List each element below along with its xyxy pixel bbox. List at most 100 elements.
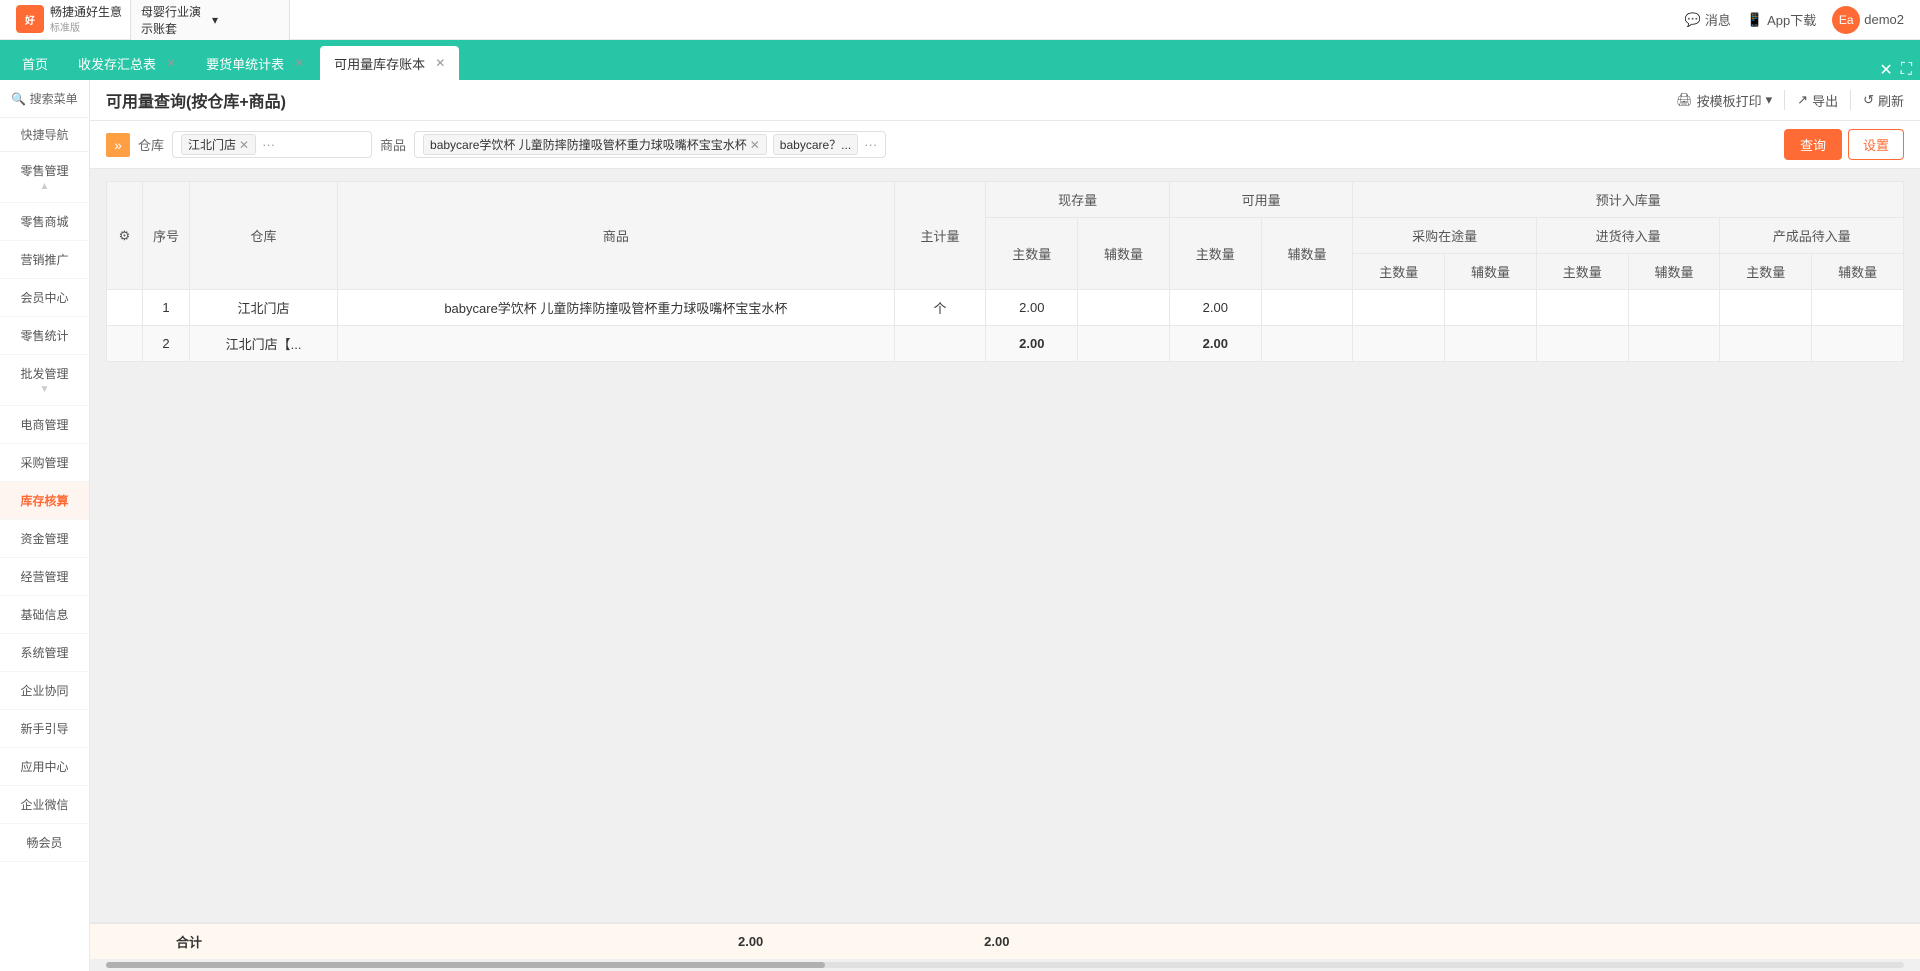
sidebar-item-basic-info[interactable]: 基础信息 (0, 596, 89, 634)
print-template-button[interactable]: 🖨 按模板打印 ▾ (1676, 91, 1772, 110)
product-tag-1-remove[interactable]: ✕ (750, 138, 760, 152)
row1-avail-aux (1261, 290, 1353, 326)
th-warehouse: 仓库 (190, 182, 338, 290)
sidebar-item-wholesale-label: 批发管理 (20, 365, 68, 382)
filter-expand-button[interactable]: » (106, 133, 130, 157)
sidebar-item-purchase[interactable]: 采购管理 (0, 444, 89, 482)
sidebar-item-finance[interactable]: 资金管理 (0, 520, 89, 558)
footer-unit (597, 924, 689, 959)
th-purchase-incoming: 进货待入量 (1536, 218, 1720, 254)
row2-pt-aux (1445, 326, 1537, 362)
row2-avail-main: 2.00 (1169, 326, 1261, 362)
logo-area: 好 畅捷通好生意 标准版 (16, 5, 122, 34)
tab-available-close[interactable]: ✕ (435, 56, 445, 70)
sidebar-quick-nav-label: 快捷导航 (20, 128, 68, 142)
settings-button[interactable]: 设置 (1848, 129, 1904, 160)
sidebar-search[interactable]: 🔍 搜索菜单 (0, 80, 89, 118)
sidebar-item-retail-management-label: 零售管理 (20, 162, 68, 179)
refresh-button[interactable]: ↺ 刷新 (1863, 91, 1904, 110)
warehouse-input[interactable]: 江北门店 ✕ ··· (172, 131, 372, 158)
export-label: 导出 (1812, 91, 1838, 110)
query-button[interactable]: 查询 (1784, 129, 1842, 160)
sidebar-item-marketing-label: 营销推广 (20, 251, 68, 268)
sidebar-item-member[interactable]: 畅会员 (0, 824, 89, 862)
footer-gear (90, 924, 126, 959)
sidebar-item-ecommerce-label: 电商管理 (20, 416, 68, 433)
product-tag-1-text: babycare学饮杯 儿童防摔防撞吸管杯重力球吸嘴杯宝宝水杯 (430, 136, 747, 153)
row1-pt-aux (1445, 290, 1537, 326)
close-all-tabs-button[interactable]: ✕ (1879, 60, 1892, 80)
row2-prod-aux (1812, 326, 1904, 362)
sidebar-item-marketing[interactable]: 营销推广 (0, 241, 89, 279)
product-more-icon[interactable]: ··· (864, 137, 877, 152)
logo-sub: 标准版 (50, 19, 122, 34)
print-icon: 🖨 (1676, 92, 1693, 108)
sidebar-item-retail-stats[interactable]: 零售统计 (0, 317, 89, 355)
product-tag-2: babycare？... (773, 134, 858, 155)
sidebar-item-ecommerce[interactable]: 电商管理 (0, 406, 89, 444)
tab-available-label: 可用量库存账本 (334, 54, 425, 73)
warehouse-tag-remove[interactable]: ✕ (239, 138, 249, 152)
app-icon: 📱 (1747, 12, 1763, 28)
footer-avail-aux (1058, 924, 1181, 959)
warehouse-more-icon[interactable]: ··· (262, 137, 275, 152)
horizontal-scrollbar[interactable] (90, 959, 1920, 971)
sidebar-item-operations[interactable]: 经营管理 (0, 558, 89, 596)
row1-current-main: 2.00 (986, 290, 1078, 326)
row2-avail-aux (1261, 326, 1353, 362)
tab-requisition-close[interactable]: ✕ (294, 56, 304, 70)
sidebar-item-enterprise-collab-label: 企业协同 (20, 682, 68, 699)
footer-no (126, 924, 166, 959)
sidebar-item-retail-stats-label: 零售统计 (20, 327, 68, 344)
export-button[interactable]: ↗ 导出 (1797, 91, 1838, 110)
sidebar-search-label: 搜索菜单 (30, 92, 78, 106)
tab-receive-close[interactable]: ✕ (166, 56, 176, 70)
data-table: ⚙ 序号 仓库 商品 主计量 现存量 可用量 预计入库量 主数量 辅数量 主数量… (106, 181, 1904, 362)
store-selector[interactable]: 母婴行业演示账套 ▾ (130, 0, 290, 42)
row1-pt-main (1353, 290, 1445, 326)
footer-pi-main (1428, 924, 1551, 959)
sidebar-item-member-center[interactable]: 会员中心 (0, 279, 89, 317)
footer-pi-aux (1551, 924, 1674, 959)
sidebar-item-inventory[interactable]: 库存核算 (0, 482, 89, 520)
th-gear: ⚙ (107, 182, 143, 290)
sidebar-item-app-center-label: 应用中心 (20, 758, 68, 775)
tab-home[interactable]: 首页 (8, 46, 62, 80)
sidebar-item-retail-mall[interactable]: 零售商城 (0, 203, 89, 241)
row2-pi-main (1536, 326, 1628, 362)
top-bar: 好 畅捷通好生意 标准版 母婴行业演示账套 ▾ 💬 消息 📱 App下载 Ea … (0, 0, 1920, 40)
row1-warehouse: 江北门店 (190, 290, 338, 326)
app-label: App下载 (1767, 10, 1816, 29)
sidebar-item-retail-mall-label: 零售商城 (20, 213, 68, 230)
sidebar-item-enterprise-wechat[interactable]: 企业微信 (0, 786, 89, 824)
th-no: 序号 (143, 182, 190, 290)
sidebar-item-newbie[interactable]: 新手引导 (0, 710, 89, 748)
divider-2 (1850, 90, 1851, 110)
chevron-down-icon-2: ▾ (1766, 92, 1773, 108)
chevron-icon: ▲ (40, 181, 50, 192)
print-label: 按模板打印 (1697, 91, 1762, 110)
user-area[interactable]: Ea demo2 (1832, 6, 1904, 34)
th-purchase-incoming-main: 主数量 (1536, 254, 1628, 290)
tab-receive-summary[interactable]: 收发存汇总表 ✕ (64, 46, 190, 80)
sidebar-item-wholesale[interactable]: 批发管理 ▼ (0, 355, 89, 406)
warehouse-tag: 江北门店 ✕ (181, 134, 256, 155)
th-current-main-qty: 主数量 (986, 218, 1078, 290)
fullscreen-button[interactable]: ⛶ (1901, 61, 1912, 79)
sidebar-item-app-center[interactable]: 应用中心 (0, 748, 89, 786)
scrollbar-thumb[interactable] (106, 962, 825, 968)
app-download-button[interactable]: 📱 App下载 (1747, 10, 1816, 29)
sidebar-quick-nav[interactable]: 快捷导航 (0, 118, 89, 152)
sidebar-item-system[interactable]: 系统管理 (0, 634, 89, 672)
sidebar-item-enterprise-collab[interactable]: 企业协同 (0, 672, 89, 710)
export-icon: ↗ (1797, 92, 1808, 108)
sidebar-item-newbie-label: 新手引导 (20, 720, 68, 737)
product-tag-2-text: babycare？... (780, 136, 851, 153)
message-button[interactable]: 💬 消息 (1685, 10, 1731, 29)
avatar: Ea (1832, 6, 1860, 34)
divider-1 (1784, 90, 1785, 110)
tab-requisition-stats[interactable]: 要货单统计表 ✕ (192, 46, 318, 80)
tab-available-stock[interactable]: 可用量库存账本 ✕ (320, 46, 459, 80)
sidebar-item-retail-management[interactable]: 零售管理 ▲ (0, 152, 89, 203)
product-input[interactable]: babycare学饮杯 儿童防摔防撞吸管杯重力球吸嘴杯宝宝水杯 ✕ babyca… (414, 131, 886, 158)
